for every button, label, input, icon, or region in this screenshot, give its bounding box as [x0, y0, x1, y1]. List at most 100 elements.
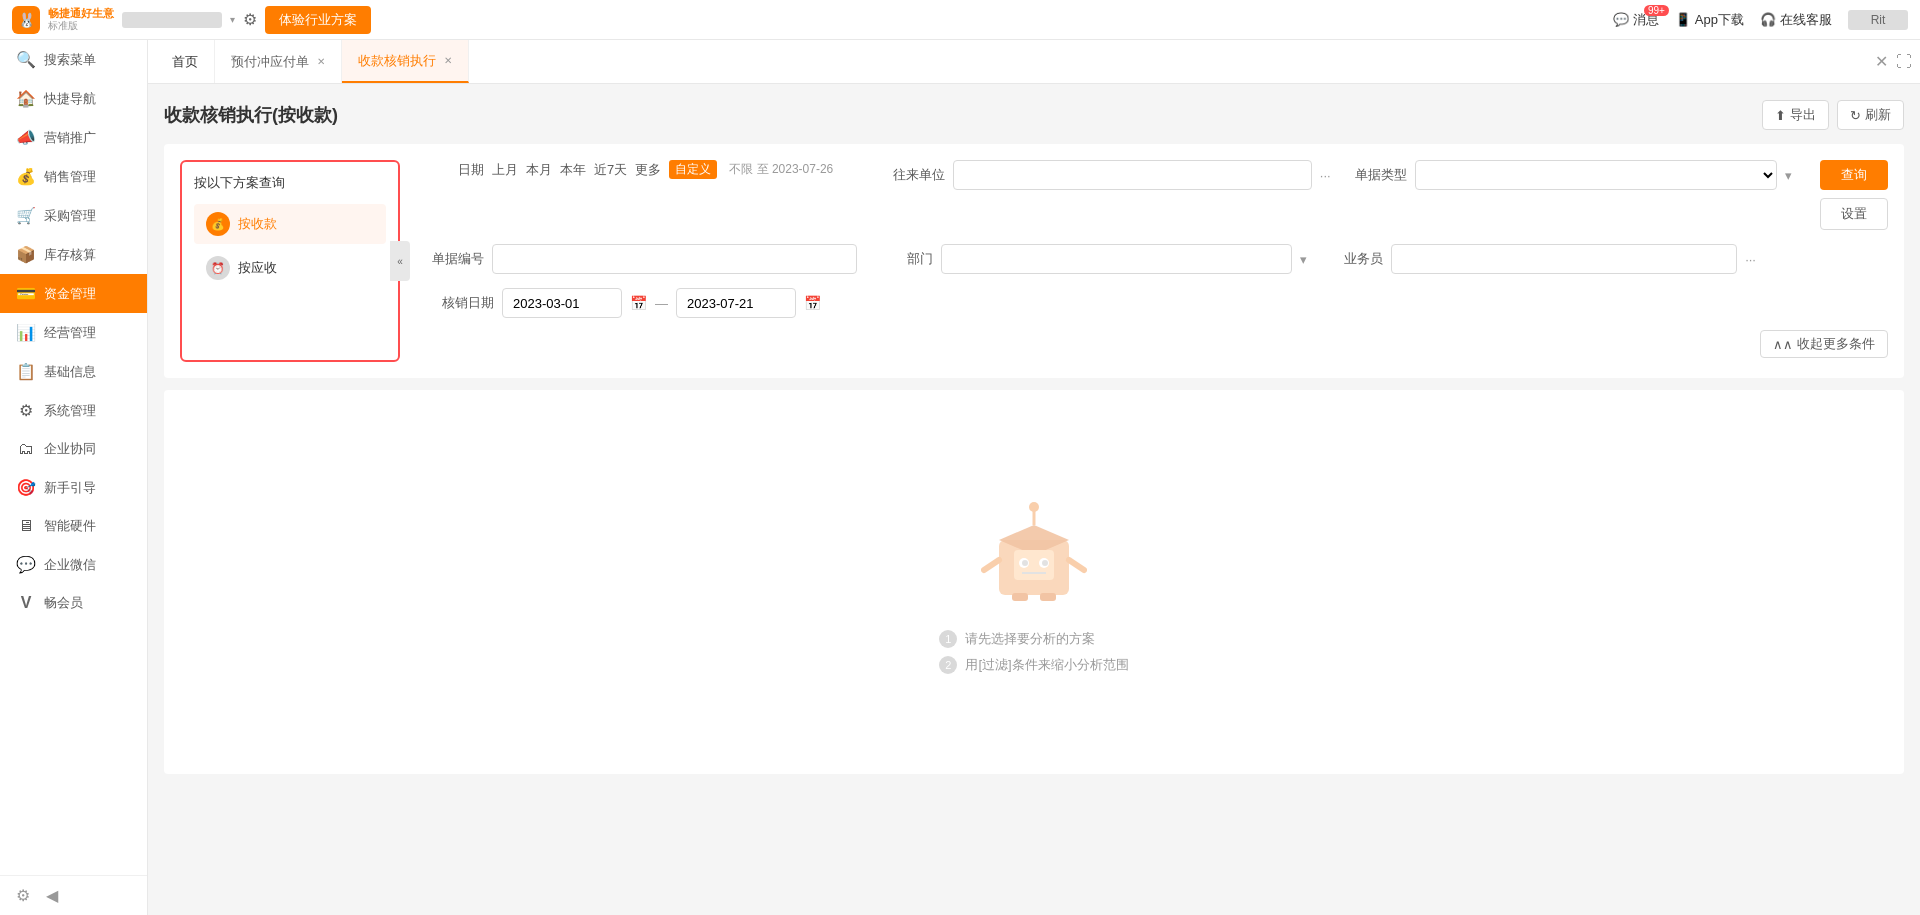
writeoff-date-end-input[interactable] [676, 288, 796, 318]
sidebar-settings-icon[interactable]: ⚙ [16, 886, 30, 905]
tab-prepay-label: 预付冲应付单 [231, 53, 309, 71]
by-receipt-label: 按收款 [238, 215, 277, 233]
sidebar-item-system[interactable]: ⚙ 系统管理 [0, 391, 147, 430]
sidebar-item-wechat[interactable]: 💬 企业微信 [0, 545, 147, 584]
empty-state: 1 请先选择要分析的方案 2 用[过滤]条件来缩小分析范围 [939, 430, 1128, 734]
tab-prepay-offset[interactable]: 预付冲应付单 ✕ [215, 40, 342, 83]
counterparty-more-icon[interactable]: ··· [1320, 168, 1331, 183]
filter-option-by-receipt[interactable]: 💰 按收款 [194, 204, 386, 244]
workspace-selector[interactable] [122, 12, 222, 28]
date-custom-badge[interactable]: 自定义 [669, 160, 717, 179]
empty-tips: 1 请先选择要分析的方案 2 用[过滤]条件来缩小分析范围 [939, 630, 1128, 674]
message-badge: 99+ [1644, 5, 1669, 16]
sidebar-item-basic-info[interactable]: 📋 基础信息 [0, 352, 147, 391]
sidebar-label-search-menu: 搜索菜单 [44, 51, 96, 69]
counterparty-input[interactable] [953, 160, 1311, 190]
settings-icon[interactable]: ⚙ [243, 10, 257, 29]
sidebar-item-finance[interactable]: 💳 资金管理 [0, 274, 147, 313]
avatar-text: Rit [1871, 13, 1886, 27]
more-conditions-bar: ∧∧ 收起更多条件 [424, 326, 1888, 362]
solution-btn[interactable]: 体验行业方案 [265, 6, 371, 34]
user-avatar[interactable]: Rit [1848, 10, 1908, 30]
staff-more-icon[interactable]: ··· [1745, 252, 1756, 267]
export-btn[interactable]: ⬆ 导出 [1762, 100, 1829, 130]
sidebar-label-quick-nav: 快捷导航 [44, 90, 96, 108]
sidebar-item-enterprise[interactable]: 🗂 企业协同 [0, 430, 147, 468]
dept-chevron-icon[interactable]: ▾ [1300, 252, 1307, 267]
online-service-btn[interactable]: 🎧 在线客服 [1760, 11, 1832, 29]
tab-list: 首页 预付冲应付单 ✕ 收款核销执行 ✕ [156, 40, 469, 83]
guide-icon: 🎯 [16, 478, 36, 497]
sidebar-item-member[interactable]: V 畅会员 [0, 584, 147, 622]
message-btn[interactable]: 💬 消息 99+ [1613, 11, 1659, 29]
tab-close-receipt[interactable]: ✕ [444, 55, 452, 66]
app-edition: 标准版 [48, 20, 114, 32]
staff-input[interactable] [1391, 244, 1737, 274]
calendar-start-icon[interactable]: 📅 [630, 295, 647, 311]
empty-state-container: 1 请先选择要分析的方案 2 用[过滤]条件来缩小分析范围 [164, 390, 1904, 774]
page-actions: ⬆ 导出 ↻ 刷新 [1762, 100, 1904, 130]
sidebar-label-wechat: 企业微信 [44, 556, 96, 574]
sidebar-item-smart-hw[interactable]: 🖥 智能硬件 [0, 507, 147, 545]
by-receivable-icon: ⏰ [206, 256, 230, 280]
writeoff-date-range: 📅 — 📅 [502, 288, 821, 318]
query-btn[interactable]: 查询 [1820, 160, 1888, 190]
date-this-month[interactable]: 本月 [526, 161, 552, 179]
sidebar-item-marketing[interactable]: 📣 营销推广 [0, 118, 147, 157]
svg-rect-10 [1012, 593, 1028, 601]
filter-fields: 日期 上月 本月 本年 近7天 更多 自定义 不限 至 2023-07-26 [400, 160, 1888, 362]
topbar-right: 💬 消息 99+ 📱 App下载 🎧 在线客服 Rit [1613, 10, 1908, 30]
collapse-more-btn[interactable]: ∧∧ 收起更多条件 [1760, 330, 1888, 358]
sidebar-item-inventory[interactable]: 📦 库存核算 [0, 235, 147, 274]
svg-point-6 [1042, 560, 1048, 566]
purchase-icon: 🛒 [16, 206, 36, 225]
filter-option-by-receivable[interactable]: ⏰ 按应收 [194, 248, 386, 288]
tab-close-prepay[interactable]: ✕ [317, 56, 325, 67]
sidebar-label-operations: 经营管理 [44, 324, 96, 342]
tab-home-label: 首页 [172, 53, 198, 71]
workspace-chevron-icon[interactable]: ▾ [230, 14, 235, 25]
sidebar-label-basic-info: 基础信息 [44, 363, 96, 381]
sidebar-bottom: ⚙ ◀ [0, 875, 147, 915]
dept-input[interactable] [941, 244, 1291, 274]
tip2-text: 用[过滤]条件来缩小分析范围 [965, 656, 1128, 674]
doc-no-label: 单据编号 [424, 250, 484, 268]
setting-btn[interactable]: 设置 [1820, 198, 1888, 230]
doc-no-input[interactable] [492, 244, 857, 274]
sidebar-label-sales: 销售管理 [44, 168, 96, 186]
date-more[interactable]: 更多 [635, 161, 661, 179]
date-range-separator: — [655, 296, 668, 311]
sidebar-item-sales[interactable]: 💰 销售管理 [0, 157, 147, 196]
date-this-year[interactable]: 本年 [560, 161, 586, 179]
calendar-end-icon[interactable]: 📅 [804, 295, 821, 311]
sidebar-collapse-icon[interactable]: ◀ [46, 886, 58, 905]
writeoff-date-label: 核销日期 [424, 294, 494, 312]
sidebar-item-guide[interactable]: 🎯 新手引导 [0, 468, 147, 507]
tip1-text: 请先选择要分析的方案 [965, 630, 1095, 648]
tab-expand-btn[interactable]: ⛶ [1896, 53, 1912, 71]
sidebar-item-search-menu[interactable]: 🔍 搜索菜单 [0, 40, 147, 79]
refresh-btn[interactable]: ↻ 刷新 [1837, 100, 1904, 130]
dept-label: 部门 [873, 250, 933, 268]
tab-close-all-btn[interactable]: ✕ [1875, 52, 1888, 71]
filter-collapse-btn[interactable]: « [390, 241, 410, 281]
date-shortcuts: 上月 本月 本年 近7天 更多 自定义 不限 至 2023-07-26 [492, 160, 833, 179]
wechat-icon: 💬 [16, 555, 36, 574]
finance-icon: 💳 [16, 284, 36, 303]
sidebar-item-purchase[interactable]: 🛒 采购管理 [0, 196, 147, 235]
writeoff-date-start-input[interactable] [502, 288, 622, 318]
sidebar-item-quick-nav[interactable]: 🏠 快捷导航 [0, 79, 147, 118]
svg-point-13 [1029, 502, 1039, 512]
by-receipt-icon: 💰 [206, 212, 230, 236]
app-download-btn[interactable]: 📱 App下载 [1675, 11, 1744, 29]
date-label: 日期 [424, 161, 484, 179]
tab-home[interactable]: 首页 [156, 40, 215, 83]
sidebar-item-operations[interactable]: 📊 经营管理 [0, 313, 147, 352]
doc-type-select[interactable] [1415, 160, 1777, 190]
page-header: 收款核销执行(按收款) ⬆ 导出 ↻ 刷新 [164, 100, 1904, 130]
date-7days[interactable]: 近7天 [594, 161, 627, 179]
tab-receipt-writeoff[interactable]: 收款核销执行 ✕ [342, 40, 469, 83]
date-last-month[interactable]: 上月 [492, 161, 518, 179]
svg-rect-11 [1040, 593, 1056, 601]
collapse-more-label: 收起更多条件 [1797, 335, 1875, 353]
